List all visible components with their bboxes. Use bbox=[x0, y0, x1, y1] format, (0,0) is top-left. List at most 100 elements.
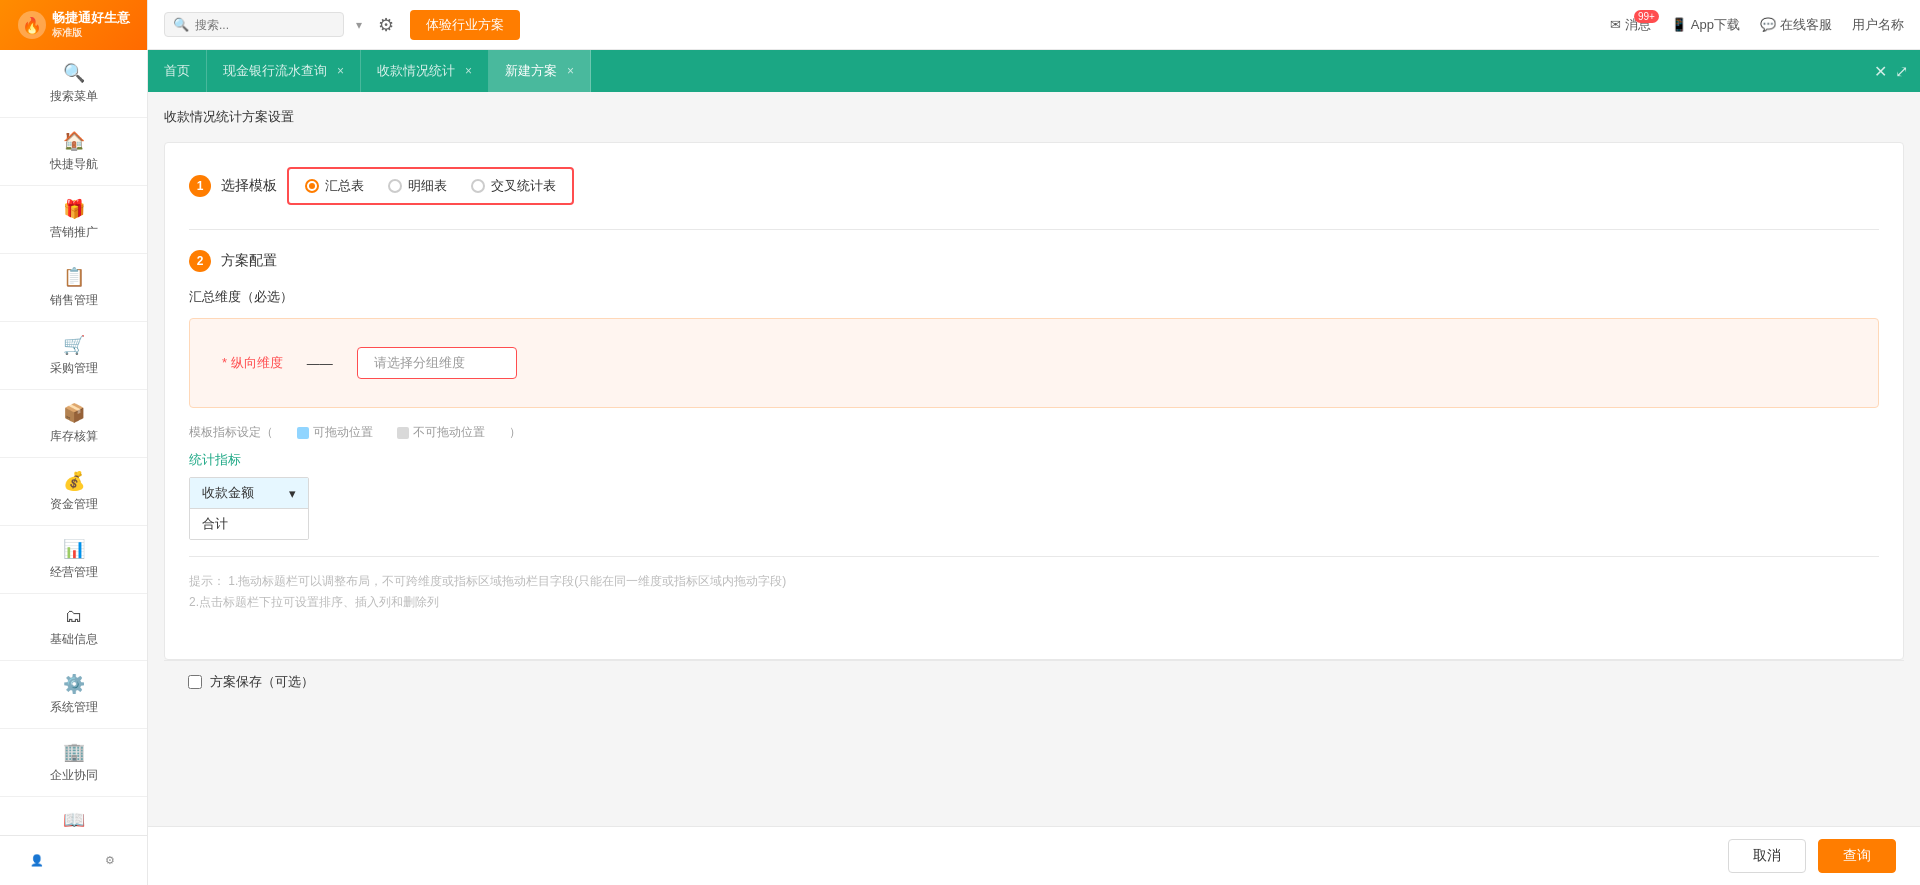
trial-button[interactable]: 体验行业方案 bbox=[410, 10, 520, 40]
divider-1 bbox=[189, 229, 1879, 230]
service-label: 在线客服 bbox=[1780, 16, 1832, 34]
step1-section: 1 选择模板 汇总表 明细表 交 bbox=[189, 167, 1879, 205]
topbar: 🔍 ▾ ⚙ 体验行业方案 ✉ 消息 99+ 📱 App下载 💬 在线客服 用户名… bbox=[148, 0, 1920, 50]
logo-icon: 🔥 bbox=[18, 11, 46, 39]
tab-bank-flow-close[interactable]: × bbox=[337, 64, 344, 78]
dimension-box: * 纵向维度 —— 请选择分组维度 bbox=[189, 318, 1879, 408]
sidebar-item-label: 销售管理 bbox=[50, 292, 98, 309]
metrics-table: 收款金额 ▾ 合计 bbox=[189, 477, 309, 540]
notification-item[interactable]: ✉ 消息 99+ bbox=[1610, 16, 1651, 34]
step1-header: 1 选择模板 汇总表 明细表 交 bbox=[189, 167, 1879, 205]
radio-cross-circle bbox=[471, 179, 485, 193]
metrics-col-label: 收款金额 bbox=[202, 484, 254, 502]
metrics-title-suffix: ） bbox=[509, 424, 521, 441]
radio-cross[interactable]: 交叉统计表 bbox=[471, 177, 556, 195]
search-icon: 🔍 bbox=[173, 17, 189, 32]
folder-icon: 🗂 bbox=[65, 606, 83, 627]
user-info[interactable]: 用户名称 bbox=[1852, 16, 1904, 34]
box-icon: 📦 bbox=[63, 402, 85, 424]
dimension-label: 汇总维度（必选） bbox=[189, 288, 1879, 306]
sidebar-item-nav[interactable]: 🏠 快捷导航 bbox=[0, 118, 147, 186]
sidebar-item-marketing[interactable]: 🎁 营销推广 bbox=[0, 186, 147, 254]
sidebar-bottom: 👤 ⚙ bbox=[0, 835, 147, 885]
step1-title: 选择模板 bbox=[221, 177, 277, 195]
app-name: 畅捷通好生意 bbox=[52, 10, 130, 26]
step2-header: 2 方案配置 bbox=[189, 250, 1879, 272]
tab-bank-flow[interactable]: 现金银行流水查询 × bbox=[207, 50, 361, 92]
step2-title: 方案配置 bbox=[221, 252, 277, 270]
save-label: 方案保存（可选） bbox=[210, 673, 314, 691]
radio-cross-label: 交叉统计表 bbox=[491, 177, 556, 195]
tab-home[interactable]: 首页 bbox=[148, 50, 207, 92]
metrics-table-header[interactable]: 收款金额 ▾ bbox=[190, 478, 308, 509]
tab-receipt-stats-label: 收款情况统计 bbox=[377, 62, 455, 80]
metrics-legend: 模板指标设定（ 可拖动位置 不可拖动位置 ） bbox=[189, 424, 1879, 441]
sidebar-item-label: 系统管理 bbox=[50, 699, 98, 716]
maximize-icon[interactable]: ⤢ bbox=[1895, 62, 1908, 81]
sidebar-item-management[interactable]: 📊 经营管理 bbox=[0, 526, 147, 594]
sidebar-item-label: 搜索菜单 bbox=[50, 88, 98, 105]
download-item[interactable]: 📱 App下载 bbox=[1671, 16, 1740, 34]
save-checkbox[interactable] bbox=[188, 675, 202, 689]
tab-new-plan-close[interactable]: × bbox=[567, 64, 574, 78]
sidebar-item-enterprise[interactable]: 🏢 企业协同 bbox=[0, 729, 147, 797]
movable-badge: 可拖动位置 bbox=[297, 424, 373, 441]
query-button[interactable]: 查询 bbox=[1818, 839, 1896, 873]
gear-icon: ⚙️ bbox=[63, 673, 85, 695]
sidebar-item-system[interactable]: ⚙️ 系统管理 bbox=[0, 661, 147, 729]
sidebar-bottom-icon-right: ⚙ bbox=[105, 854, 115, 867]
download-label: App下载 bbox=[1691, 16, 1740, 34]
search-input[interactable] bbox=[195, 18, 315, 32]
template-radio-group: 汇总表 明细表 交叉统计表 bbox=[287, 167, 574, 205]
service-icon: 💬 bbox=[1760, 17, 1776, 32]
sidebar-bottom-right[interactable]: ⚙ bbox=[74, 836, 148, 885]
gift-icon: 🎁 bbox=[63, 198, 85, 220]
sidebar-bottom-left[interactable]: 👤 bbox=[0, 836, 74, 885]
sidebar-item-label: 企业协同 bbox=[50, 767, 98, 784]
main-area: 🔍 ▾ ⚙ 体验行业方案 ✉ 消息 99+ 📱 App下载 💬 在线客服 用户名… bbox=[148, 0, 1920, 885]
step2-section: 2 方案配置 汇总维度（必选） * 纵向维度 —— 请选择分组维度 bbox=[189, 250, 1879, 611]
sidebar-item-search[interactable]: 🔍 搜索菜单 bbox=[0, 50, 147, 118]
topbar-right: ✉ 消息 99+ 📱 App下载 💬 在线客服 用户名称 bbox=[1610, 16, 1904, 34]
step1-badge: 1 bbox=[189, 175, 211, 197]
radio-detail-circle bbox=[388, 179, 402, 193]
service-item[interactable]: 💬 在线客服 bbox=[1760, 16, 1832, 34]
fixed-badge: 不可拖动位置 bbox=[397, 424, 485, 441]
sidebar-item-inventory[interactable]: 📦 库存核算 bbox=[0, 390, 147, 458]
close-window-icon[interactable]: ✕ bbox=[1874, 62, 1887, 81]
footer-save-section: 方案保存（可选） bbox=[164, 660, 1904, 703]
sidebar-item-basic[interactable]: 🗂 基础信息 bbox=[0, 594, 147, 661]
hint-item-2: 2.点击标题栏下拉可设置排序、插入列和删除列 bbox=[189, 594, 1879, 611]
dim-select-dropdown[interactable]: 请选择分组维度 bbox=[357, 347, 517, 379]
dimension-row: * 纵向维度 —— 请选择分组维度 bbox=[222, 347, 517, 379]
metrics-section: 模板指标设定（ 可拖动位置 不可拖动位置 ） 统计指标 收款金额 ▾ 合计 bbox=[189, 424, 1879, 540]
radio-detail-label: 明细表 bbox=[408, 177, 447, 195]
tabbar: 首页 现金银行流水查询 × 收款情况统计 × 新建方案 × ✕ ⤢ bbox=[148, 50, 1920, 92]
sidebar-item-finance[interactable]: 💰 资金管理 bbox=[0, 458, 147, 526]
settings-icon[interactable]: ⚙ bbox=[378, 14, 394, 36]
search-box[interactable]: 🔍 bbox=[164, 12, 344, 37]
book-icon: 📖 bbox=[63, 809, 85, 831]
hint-section: 提示： 1.拖动标题栏可以调整布局，不可跨维度或指标区域拖动栏目字段(只能在同一… bbox=[189, 556, 1879, 611]
radio-summary[interactable]: 汇总表 bbox=[305, 177, 364, 195]
hint-item-1: 提示： 1.拖动标题栏可以调整布局，不可跨维度或指标区域拖动栏目字段(只能在同一… bbox=[189, 573, 1879, 590]
cancel-button[interactable]: 取消 bbox=[1728, 839, 1806, 873]
sidebar-item-purchase[interactable]: 🛒 采购管理 bbox=[0, 322, 147, 390]
tab-receipt-stats[interactable]: 收款情况统计 × bbox=[361, 50, 489, 92]
building-icon: 🏢 bbox=[63, 741, 85, 763]
movable-color-badge bbox=[297, 427, 309, 439]
metrics-table-cell: 合计 bbox=[190, 509, 308, 539]
chevron-down-icon[interactable]: ▾ bbox=[356, 18, 362, 32]
sidebar-item-guide[interactable]: 📖 新手引导 bbox=[0, 797, 147, 835]
sidebar-bottom-icon-left: 👤 bbox=[30, 854, 44, 867]
tab-new-plan[interactable]: 新建方案 × bbox=[489, 50, 591, 92]
tabbar-actions: ✕ ⤢ bbox=[1862, 50, 1920, 92]
chart-icon: 📊 bbox=[63, 538, 85, 560]
main-card: 1 选择模板 汇总表 明细表 交 bbox=[164, 142, 1904, 660]
sidebar-item-sales[interactable]: 📋 销售管理 bbox=[0, 254, 147, 322]
message-icon: ✉ bbox=[1610, 17, 1621, 32]
metrics-table-title: 统计指标 bbox=[189, 451, 1879, 469]
tab-receipt-stats-close[interactable]: × bbox=[465, 64, 472, 78]
sidebar-item-label: 经营管理 bbox=[50, 564, 98, 581]
radio-detail[interactable]: 明细表 bbox=[388, 177, 447, 195]
